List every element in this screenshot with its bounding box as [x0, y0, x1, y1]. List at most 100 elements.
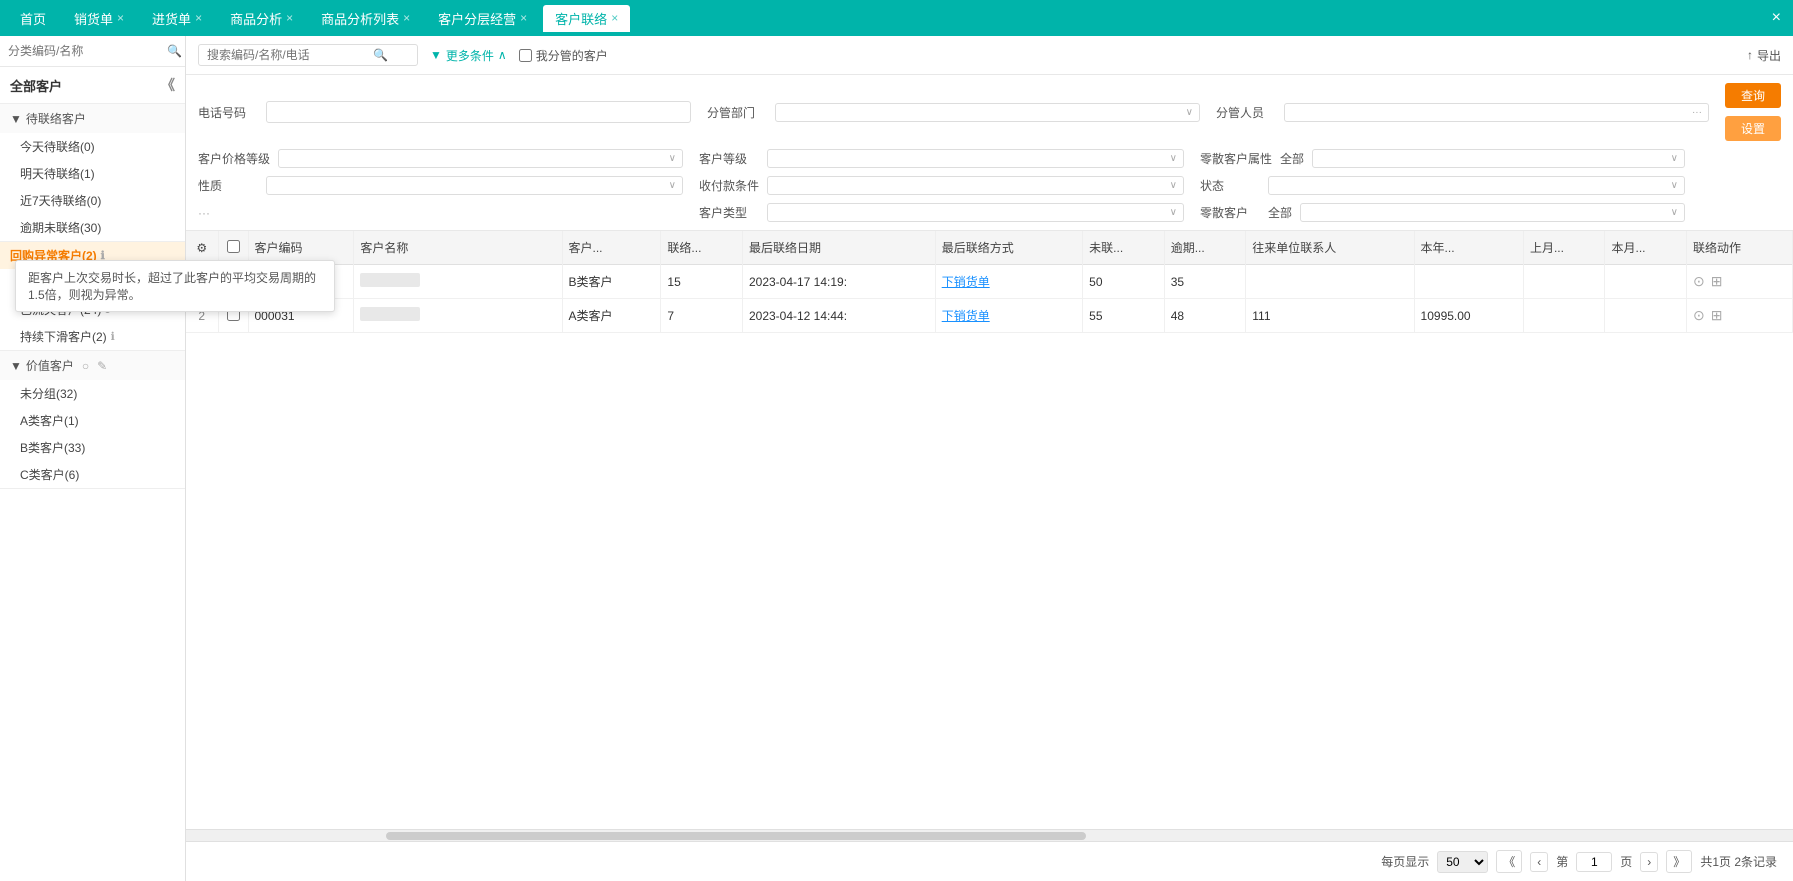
action-grid-icon-1[interactable]: ⊞ [1711, 307, 1723, 324]
nav-close-customer-contact[interactable]: × [611, 11, 618, 25]
page-label: 第 [1556, 853, 1568, 870]
filter-status: 状态 ∨ [1200, 176, 1685, 195]
nav-purchase[interactable]: 进货单 × [140, 5, 214, 32]
sidebar-item-ungroup[interactable]: 未分组(32) [0, 380, 185, 407]
nav-close-analysis[interactable]: × [286, 11, 293, 25]
first-page-btn[interactable]: 《 [1496, 850, 1522, 873]
per-page-select[interactable]: 50 20 100 [1437, 851, 1488, 873]
sidebar-item-today[interactable]: 今天待联络(0) [0, 133, 185, 160]
prev-page-btn[interactable]: ‹ [1530, 852, 1548, 872]
window-close-button[interactable]: × [1772, 9, 1781, 27]
my-customer-check[interactable] [519, 49, 532, 62]
customer-level-arrow: ∨ [1170, 153, 1177, 164]
last-page-btn[interactable]: 》 [1666, 850, 1692, 873]
col-contact-count[interactable]: 联络... [661, 231, 743, 265]
nav-sales[interactable]: 销货单 × [62, 5, 136, 32]
cell-last-date-0: 2023-04-17 14:19: [742, 265, 935, 299]
cell-contact-person-1: 111 [1246, 299, 1414, 333]
nav-close-sales[interactable]: × [117, 11, 124, 25]
sidebar-value-edit-icon[interactable]: ✎ [97, 359, 107, 373]
search-input[interactable] [207, 48, 367, 62]
col-this-month[interactable]: 本月... [1605, 231, 1687, 265]
price-level-select[interactable]: ∨ [278, 149, 683, 168]
phone-input[interactable] [266, 101, 691, 123]
filter-payment: 收付款条件 ∨ [699, 176, 1184, 195]
cell-action-1[interactable]: ⊙ ⊞ [1687, 299, 1793, 333]
col-type[interactable]: 客户... [562, 231, 661, 265]
action-link-icon-0[interactable]: ⊙ [1693, 273, 1705, 290]
set-button[interactable]: 设置 [1725, 116, 1781, 141]
col-name[interactable]: 客户名称 [354, 231, 562, 265]
query-button[interactable]: 查询 [1725, 83, 1781, 108]
filter-row-2: 客户价格等级 ∨ 客户等级 ∨ 零散客户属性 全部 [198, 149, 1781, 168]
sidebar-item-declining[interactable]: 持续下滑客户(2) ℹ [0, 323, 185, 350]
sidebar-collapse-icon[interactable]: 《 [161, 75, 175, 95]
more-filter-arrow: ∧ [498, 48, 507, 62]
cell-last-month-1 [1523, 299, 1605, 333]
sidebar-search-input[interactable] [8, 44, 163, 58]
scatter-attr-select[interactable]: ∨ [1312, 149, 1685, 168]
sidebar-search-icon[interactable]: 🔍 [167, 44, 182, 58]
nav-customer-contact[interactable]: 客户联络 × [543, 5, 630, 32]
sidebar: 🔍 全部客户 《 ▼ 待联络客户 今天待联络(0) 明天待联络(1) 近7天待联… [0, 36, 186, 881]
filter-grid: 电话号码 分管部门 ∨ 分管人员 ··· [186, 75, 1793, 231]
col-no-contact[interactable]: 未联... [1083, 231, 1165, 265]
table-area: ⚙ 客户编码 客户名称 客户... 联络... 最后联络日期 最后联络方式 未联… [186, 231, 1793, 829]
scrollbar-thumb[interactable] [386, 832, 1086, 840]
col-overdue[interactable]: 逾期... [1164, 231, 1246, 265]
info-icon-declining: ℹ [111, 330, 115, 343]
col-last-month[interactable]: 上月... [1523, 231, 1605, 265]
page-number-input[interactable] [1576, 852, 1612, 872]
cell-last-method-0[interactable]: 下销货单 [935, 265, 1082, 299]
payment-arrow: ∨ [1170, 180, 1177, 191]
col-action[interactable]: 联络动作 [1687, 231, 1793, 265]
sidebar-all-customers-label: 全部客户 [10, 76, 62, 95]
filter-actions: 查询 设置 [1725, 83, 1781, 141]
nav-analysis-list[interactable]: 商品分析列表 × [309, 5, 422, 32]
col-last-method[interactable]: 最后联络方式 [935, 231, 1082, 265]
filter-bar: 🔍 ▼ 更多条件 ∧ 我分管的客户 ↑ 导出 [186, 36, 1793, 75]
cell-action-0[interactable]: ⊙ ⊞ [1687, 265, 1793, 299]
sidebar-item-overdue[interactable]: 逾期未联络(30) [0, 214, 185, 241]
nature-select[interactable]: ∨ [266, 176, 683, 195]
filter-scatter-attr: 零散客户属性 全部 ∨ [1200, 149, 1685, 168]
status-select[interactable]: ∨ [1268, 176, 1685, 195]
more-filter-btn[interactable]: ▼ 更多条件 ∧ [430, 47, 507, 64]
filter-more-dots[interactable]: ··· [198, 206, 210, 220]
action-grid-icon-0[interactable]: ⊞ [1711, 273, 1723, 290]
sidebar-section-pending: ▼ 待联络客户 今天待联络(0) 明天待联络(1) 近7天待联络(0) 逾期未联… [0, 104, 185, 242]
nav-close-customer-tier[interactable]: × [520, 11, 527, 25]
col-this-year[interactable]: 本年... [1414, 231, 1523, 265]
export-button[interactable]: ↑ 导出 [1747, 47, 1781, 64]
sidebar-item-tomorrow[interactable]: 明天待联络(1) [0, 160, 185, 187]
nav-customer-tier[interactable]: 客户分层经营 × [426, 5, 539, 32]
manager-select[interactable]: ··· [1284, 103, 1709, 122]
dept-select[interactable]: ∨ [775, 103, 1200, 122]
select-all-checkbox[interactable] [227, 240, 240, 253]
payment-select[interactable]: ∨ [767, 176, 1184, 195]
sidebar-item-c-class[interactable]: C类客户(6) [0, 461, 185, 488]
next-page-btn[interactable]: › [1640, 852, 1658, 872]
horizontal-scrollbar[interactable] [186, 829, 1793, 841]
cell-this-year-0 [1414, 265, 1523, 299]
nav-close-analysis-list[interactable]: × [403, 11, 410, 25]
sidebar-item-b-class[interactable]: B类客户(33) [0, 434, 185, 461]
action-link-icon-1[interactable]: ⊙ [1693, 307, 1705, 324]
scatter-select[interactable]: ∨ [1300, 203, 1685, 222]
filter-dept: 分管部门 ∨ [707, 103, 1200, 122]
search-icon[interactable]: 🔍 [373, 48, 388, 62]
cell-last-date-1: 2023-04-12 14:44: [742, 299, 935, 333]
sidebar-item-a-class[interactable]: A类客户(1) [0, 407, 185, 434]
nav-close-purchase[interactable]: × [195, 11, 202, 25]
my-customer-checkbox[interactable]: 我分管的客户 [519, 47, 608, 64]
col-contact-person[interactable]: 往来单位联系人 [1246, 231, 1414, 265]
sidebar-item-7days[interactable]: 近7天待联络(0) [0, 187, 185, 214]
nav-home[interactable]: 首页 [8, 5, 58, 32]
sidebar-pending-title[interactable]: ▼ 待联络客户 [0, 104, 185, 133]
nav-analysis[interactable]: 商品分析 × [218, 5, 305, 32]
col-last-date[interactable]: 最后联络日期 [742, 231, 935, 265]
customer-level-select[interactable]: ∨ [767, 149, 1184, 168]
sidebar-value-title[interactable]: ▼ 价值客户 ○ ✎ [0, 351, 185, 380]
customer-type-select[interactable]: ∨ [767, 203, 1184, 222]
cell-last-method-1[interactable]: 下销货单 [935, 299, 1082, 333]
